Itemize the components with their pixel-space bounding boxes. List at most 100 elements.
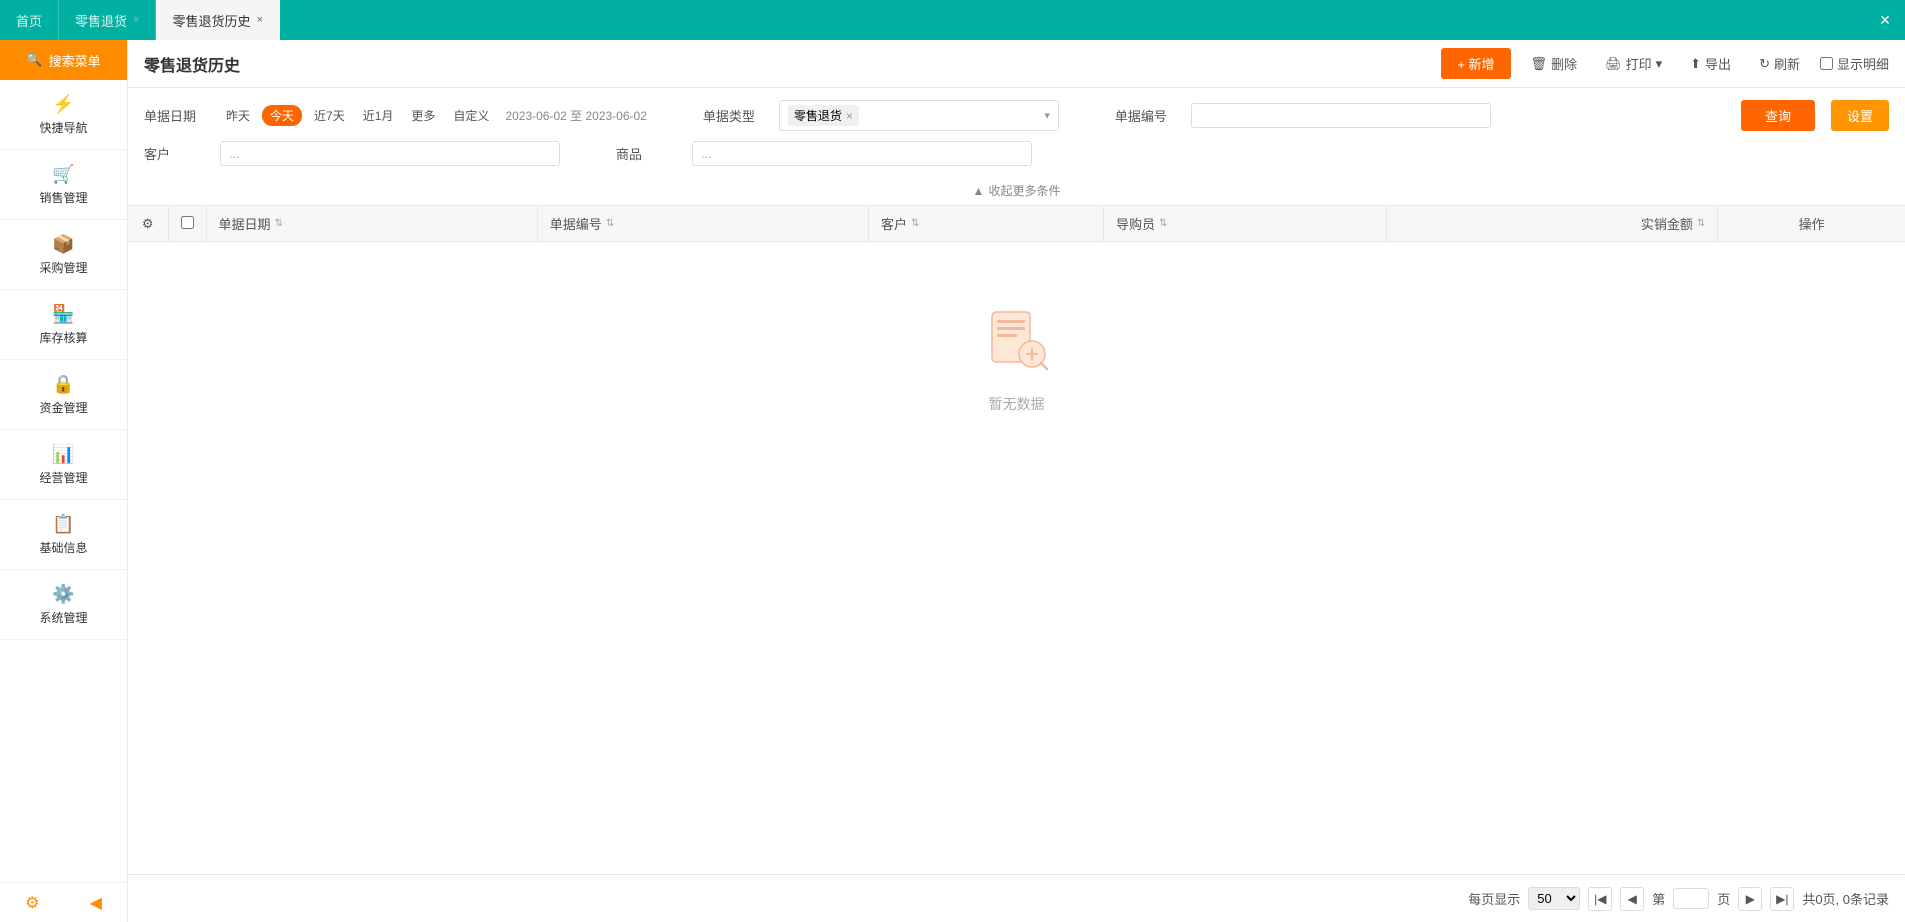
page-size-select[interactable]: 50 100 200 bbox=[1528, 887, 1580, 910]
window-close-button[interactable]: × bbox=[1865, 0, 1905, 40]
jump-label: 第 bbox=[1652, 889, 1665, 908]
print-dropdown-icon: ▾ bbox=[1656, 56, 1663, 72]
sidebar-item-ops-mgmt[interactable]: 📊 经营管理 bbox=[0, 430, 127, 500]
tab-retail-return-history-close[interactable]: × bbox=[256, 14, 262, 26]
date-btn-more[interactable]: 更多 bbox=[405, 105, 441, 126]
table-wrapper: ⚙ 单据日期 ⇅ bbox=[128, 206, 1905, 874]
show-detail-input[interactable] bbox=[1820, 57, 1833, 70]
page-size-label: 每页显示 bbox=[1468, 889, 1520, 908]
goods-filter-select[interactable]: ... bbox=[692, 141, 1032, 166]
th-guide[interactable]: 导购员 ⇅ bbox=[1103, 206, 1386, 242]
tab-retail-return-close[interactable]: × bbox=[133, 14, 139, 26]
sales-mgmt-icon: 🛒 bbox=[52, 164, 74, 185]
th-number[interactable]: 单据编号 ⇅ bbox=[537, 206, 868, 242]
page-label: 页 bbox=[1717, 889, 1730, 908]
type-filter-select[interactable]: 零售退货 × ▾ bbox=[779, 100, 1059, 131]
sidebar: 🔍 搜索菜单 ⚡ 快捷导航 🛒 销售管理 📦 采购管理 🏪 库存核算 🔒 bbox=[0, 40, 128, 922]
th-amount-sort-icon: ⇅ bbox=[1697, 218, 1705, 229]
type-filter-remove[interactable]: × bbox=[846, 109, 853, 123]
export-label: 导出 bbox=[1705, 54, 1731, 73]
prev-page-button[interactable]: ◀ bbox=[1620, 887, 1644, 911]
last-page-button[interactable]: ▶| bbox=[1770, 887, 1794, 911]
empty-icon bbox=[977, 302, 1057, 382]
print-label: 打印 bbox=[1626, 54, 1652, 73]
sidebar-item-basic-info[interactable]: 📋 基础信息 bbox=[0, 500, 127, 570]
show-detail-checkbox[interactable]: 显示明细 bbox=[1820, 54, 1889, 73]
sidebar-item-finance-mgmt-label: 资金管理 bbox=[39, 399, 87, 416]
next-page-button[interactable]: ▶ bbox=[1738, 887, 1762, 911]
sidebar-item-system-mgmt-label: 系统管理 bbox=[39, 609, 87, 626]
th-date[interactable]: 单据日期 ⇅ bbox=[206, 206, 537, 242]
settings-button[interactable]: 设置 bbox=[1831, 100, 1889, 131]
th-customer[interactable]: 客户 ⇅ bbox=[869, 206, 1104, 242]
export-button[interactable]: ⬆ 导出 bbox=[1682, 50, 1739, 77]
delete-button[interactable]: 🗑 删除 bbox=[1523, 50, 1586, 77]
first-page-button[interactable]: |◀ bbox=[1588, 887, 1612, 911]
th-check[interactable] bbox=[168, 206, 206, 242]
tab-retail-return[interactable]: 零售退货 × bbox=[59, 0, 156, 40]
system-mgmt-icon: ⚙️ bbox=[52, 584, 74, 605]
type-filter-label: 单据类型 bbox=[703, 106, 763, 125]
top-bar: 首页 零售退货 × 零售退货历史 × × bbox=[0, 0, 1905, 40]
customer-filter-label: 客户 bbox=[144, 144, 204, 163]
print-button[interactable]: 🖨 打印 ▾ bbox=[1597, 50, 1670, 77]
select-all-checkbox[interactable] bbox=[181, 216, 194, 229]
new-button[interactable]: + 新增 bbox=[1441, 48, 1510, 79]
goods-filter-label: 商品 bbox=[616, 144, 676, 163]
number-filter-input[interactable] bbox=[1191, 103, 1491, 128]
data-table: ⚙ 单据日期 ⇅ bbox=[128, 206, 1905, 242]
date-range-display: 2023-06-02 至 2023-06-02 bbox=[505, 107, 646, 124]
header-actions: + 新增 🗑 删除 🖨 打印 ▾ ⬆ 导出 ↻ 刷新 bbox=[1441, 48, 1889, 79]
sidebar-item-basic-info-label: 基础信息 bbox=[39, 539, 87, 556]
sidebar-item-finance-mgmt[interactable]: 🔒 资金管理 bbox=[0, 360, 127, 430]
search-icon: 🔍 bbox=[26, 52, 42, 68]
inventory-icon: 🏪 bbox=[52, 304, 74, 325]
sidebar-collapse-button[interactable]: ◀ bbox=[90, 893, 102, 913]
sidebar-search-label: 搜索菜单 bbox=[49, 51, 101, 70]
sidebar-search-button[interactable]: 🔍 搜索菜单 bbox=[0, 40, 127, 80]
sidebar-settings-button[interactable]: ⚙ bbox=[25, 893, 39, 913]
tab-home-label: 首页 bbox=[16, 11, 42, 30]
th-amount[interactable]: 实销金额 ⇅ bbox=[1387, 206, 1718, 242]
query-button[interactable]: 查询 bbox=[1741, 100, 1815, 131]
sidebar-item-quick-nav[interactable]: ⚡ 快捷导航 bbox=[0, 80, 127, 150]
th-ops-label: 操作 bbox=[1799, 217, 1825, 232]
ops-mgmt-icon: 📊 bbox=[52, 444, 74, 465]
sidebar-item-inventory[interactable]: 🏪 库存核算 bbox=[0, 290, 127, 360]
sidebar-item-purchase-mgmt[interactable]: 📦 采购管理 bbox=[0, 220, 127, 290]
type-filter-arrow: ▾ bbox=[1044, 109, 1050, 122]
date-btn-7days[interactable]: 近7天 bbox=[308, 105, 351, 126]
empty-state: 暂无数据 bbox=[128, 242, 1905, 474]
basic-info-icon: 📋 bbox=[52, 514, 74, 535]
sidebar-bottom: ⚙ ◀ bbox=[0, 882, 127, 922]
sidebar-item-inventory-label: 库存核算 bbox=[39, 329, 87, 346]
date-btn-today[interactable]: 今天 bbox=[262, 105, 302, 126]
customer-filter-select[interactable]: ... bbox=[220, 141, 560, 166]
sidebar-item-sales-mgmt-label: 销售管理 bbox=[39, 189, 87, 206]
content-area: 零售退货历史 + 新增 🗑 删除 🖨 打印 ▾ ⬆ 导出 ↻ bbox=[128, 40, 1905, 922]
type-filter-value: 零售退货 bbox=[794, 107, 842, 124]
tab-retail-return-history[interactable]: 零售退货历史 × bbox=[156, 0, 279, 40]
collapse-label: 收起更多条件 bbox=[988, 182, 1060, 199]
th-date-sort-icon: ⇅ bbox=[275, 218, 283, 229]
th-setting[interactable]: ⚙ bbox=[128, 206, 168, 242]
th-ops: 操作 bbox=[1718, 206, 1905, 242]
refresh-label: 刷新 bbox=[1774, 54, 1800, 73]
sidebar-item-system-mgmt[interactable]: ⚙️ 系统管理 bbox=[0, 570, 127, 640]
collapse-bar[interactable]: ▲ 收起更多条件 bbox=[144, 176, 1889, 205]
th-guide-label: 导购员 bbox=[1116, 214, 1155, 233]
date-filter-label: 单据日期 bbox=[144, 106, 204, 125]
sidebar-item-sales-mgmt[interactable]: 🛒 销售管理 bbox=[0, 150, 127, 220]
empty-text: 暂无数据 bbox=[989, 394, 1045, 414]
number-filter-label: 单据编号 bbox=[1115, 106, 1175, 125]
tab-retail-return-history-label: 零售退货历史 bbox=[172, 11, 250, 30]
page-input[interactable]: 1 bbox=[1673, 888, 1709, 909]
tab-home[interactable]: 首页 bbox=[0, 0, 59, 40]
date-btn-yesterday[interactable]: 昨天 bbox=[220, 105, 256, 126]
goods-filter-dots: ... bbox=[701, 146, 712, 161]
refresh-button[interactable]: ↻ 刷新 bbox=[1751, 50, 1808, 77]
date-btn-1month[interactable]: 近1月 bbox=[357, 105, 400, 126]
sidebar-item-quick-nav-label: 快捷导航 bbox=[39, 119, 87, 136]
date-btn-custom[interactable]: 自定义 bbox=[447, 105, 495, 126]
th-date-label: 单据日期 bbox=[219, 214, 271, 233]
